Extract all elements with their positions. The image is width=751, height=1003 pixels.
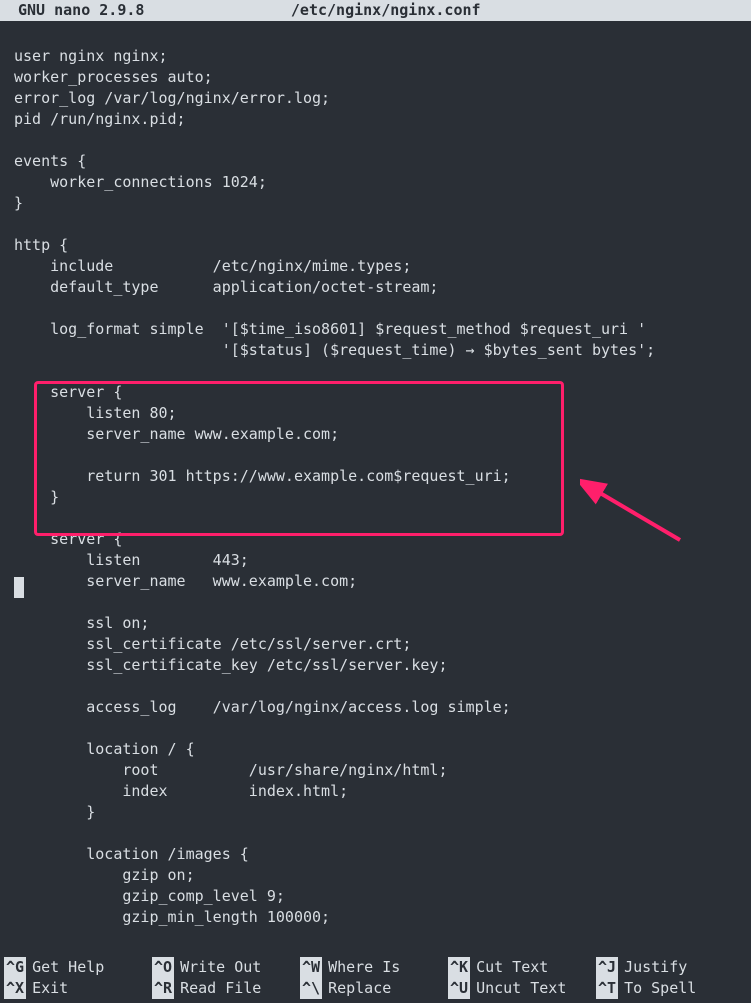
shortcut-key: ^X bbox=[4, 978, 26, 999]
code-line[interactable]: gzip_min_length 100000; bbox=[0, 907, 751, 928]
code-line[interactable]: return 301 https://www.example.com$reque… bbox=[0, 466, 751, 487]
code-line[interactable]: } bbox=[0, 193, 751, 214]
code-line[interactable]: error_log /var/log/nginx/error.log; bbox=[0, 88, 751, 109]
code-line[interactable]: root /usr/share/nginx/html; bbox=[0, 760, 751, 781]
shortcut-key: ^U bbox=[448, 978, 470, 999]
code-line[interactable]: } bbox=[0, 802, 751, 823]
shortcut-item[interactable]: ^O Write Out bbox=[152, 957, 300, 978]
shortcut-key: ^R bbox=[152, 978, 174, 999]
shortcut-label: Write Out bbox=[180, 957, 261, 978]
shortcut-key: ^\ bbox=[300, 978, 322, 999]
shortcut-item[interactable]: ^J Justify bbox=[596, 957, 744, 978]
code-line[interactable]: listen 80; bbox=[0, 403, 751, 424]
code-line[interactable] bbox=[0, 508, 751, 529]
shortcut-label: Get Help bbox=[32, 957, 104, 978]
shortcut-item[interactable]: ^X Exit bbox=[4, 978, 152, 999]
code-line[interactable]: log_format simple '[$time_iso8601] $requ… bbox=[0, 319, 751, 340]
code-line[interactable]: server { bbox=[0, 529, 751, 550]
nano-file-path: /etc/nginx/nginx.conf bbox=[144, 0, 627, 21]
editor-text[interactable]: user nginx nginx;worker_processes auto;e… bbox=[0, 21, 751, 928]
editor-body[interactable]: user nginx nginx;worker_processes auto;e… bbox=[0, 21, 751, 928]
shortcut-item[interactable]: ^W Where Is bbox=[300, 957, 448, 978]
shortcut-item[interactable]: ^R Read File bbox=[152, 978, 300, 999]
code-line[interactable]: location / { bbox=[0, 739, 751, 760]
shortcut-label: Replace bbox=[328, 978, 391, 999]
code-line[interactable]: default_type application/octet-stream; bbox=[0, 277, 751, 298]
nano-shortcut-bar: ^G Get Help ^O Write Out ^W Where Is ^K Cut Tex… bbox=[0, 957, 751, 1003]
code-line[interactable]: worker_processes auto; bbox=[0, 67, 751, 88]
code-line[interactable]: ssl_certificate /etc/ssl/server.crt; bbox=[0, 634, 751, 655]
shortcut-label: Uncut Text bbox=[476, 978, 566, 999]
nano-titlebar: GNU nano 2.9.8 /etc/nginx/nginx.conf bbox=[0, 0, 751, 21]
code-line[interactable]: index index.html; bbox=[0, 781, 751, 802]
shortcut-item[interactable]: ^\ Replace bbox=[300, 978, 448, 999]
code-line[interactable] bbox=[0, 361, 751, 382]
code-line[interactable] bbox=[0, 676, 751, 697]
code-line[interactable] bbox=[0, 445, 751, 466]
code-line[interactable]: location /images { bbox=[0, 844, 751, 865]
code-line[interactable] bbox=[0, 130, 751, 151]
shortcut-label: Justify bbox=[624, 957, 687, 978]
code-line[interactable]: listen 443; bbox=[0, 550, 751, 571]
code-line[interactable]: ssl_certificate_key /etc/ssl/server.key; bbox=[0, 655, 751, 676]
shortcut-label: Read File bbox=[180, 978, 261, 999]
code-line[interactable] bbox=[0, 298, 751, 319]
code-line[interactable] bbox=[0, 718, 751, 739]
code-line[interactable]: include /etc/nginx/mime.types; bbox=[0, 256, 751, 277]
code-line[interactable]: server_name www.example.com; bbox=[0, 424, 751, 445]
shortcut-key: ^K bbox=[448, 957, 470, 978]
code-line[interactable]: access_log /var/log/nginx/access.log sim… bbox=[0, 697, 751, 718]
shortcut-item[interactable]: ^U Uncut Text bbox=[448, 978, 596, 999]
code-line[interactable] bbox=[0, 823, 751, 844]
shortcut-item[interactable]: ^K Cut Text bbox=[448, 957, 596, 978]
code-line[interactable]: server_name www.example.com; bbox=[0, 571, 751, 592]
code-line[interactable] bbox=[0, 592, 751, 613]
code-line[interactable]: server { bbox=[0, 382, 751, 403]
code-line[interactable]: gzip_comp_level 9; bbox=[0, 886, 751, 907]
nano-app-name: GNU nano 2.9.8 bbox=[4, 0, 144, 21]
code-line[interactable]: http { bbox=[0, 235, 751, 256]
code-line[interactable]: '[$status] ($request_time) → $bytes_sent… bbox=[0, 340, 751, 361]
shortcut-item[interactable]: ^T To Spell bbox=[596, 978, 744, 999]
shortcut-key: ^G bbox=[4, 957, 26, 978]
shortcut-key: ^O bbox=[152, 957, 174, 978]
editor-cursor bbox=[14, 577, 24, 598]
shortcut-row-1: ^G Get Help ^O Write Out ^W Where Is ^K Cut Tex… bbox=[4, 957, 747, 978]
code-line[interactable] bbox=[0, 214, 751, 235]
shortcut-key: ^J bbox=[596, 957, 618, 978]
shortcut-row-2: ^X Exit ^R Read File ^\ Replace ^U Uncut Text ^T… bbox=[4, 978, 747, 999]
code-line[interactable]: ssl on; bbox=[0, 613, 751, 634]
shortcut-key: ^T bbox=[596, 978, 618, 999]
code-line[interactable]: } bbox=[0, 487, 751, 508]
code-line[interactable]: pid /run/nginx.pid; bbox=[0, 109, 751, 130]
code-line[interactable] bbox=[0, 25, 751, 46]
shortcut-label: Cut Text bbox=[476, 957, 548, 978]
shortcut-key: ^W bbox=[300, 957, 322, 978]
code-line[interactable]: worker_connections 1024; bbox=[0, 172, 751, 193]
code-line[interactable]: gzip on; bbox=[0, 865, 751, 886]
shortcut-label: To Spell bbox=[624, 978, 696, 999]
shortcut-label: Where Is bbox=[328, 957, 400, 978]
shortcut-label: Exit bbox=[32, 978, 68, 999]
code-line[interactable]: user nginx nginx; bbox=[0, 46, 751, 67]
shortcut-item[interactable]: ^G Get Help bbox=[4, 957, 152, 978]
code-line[interactable]: events { bbox=[0, 151, 751, 172]
